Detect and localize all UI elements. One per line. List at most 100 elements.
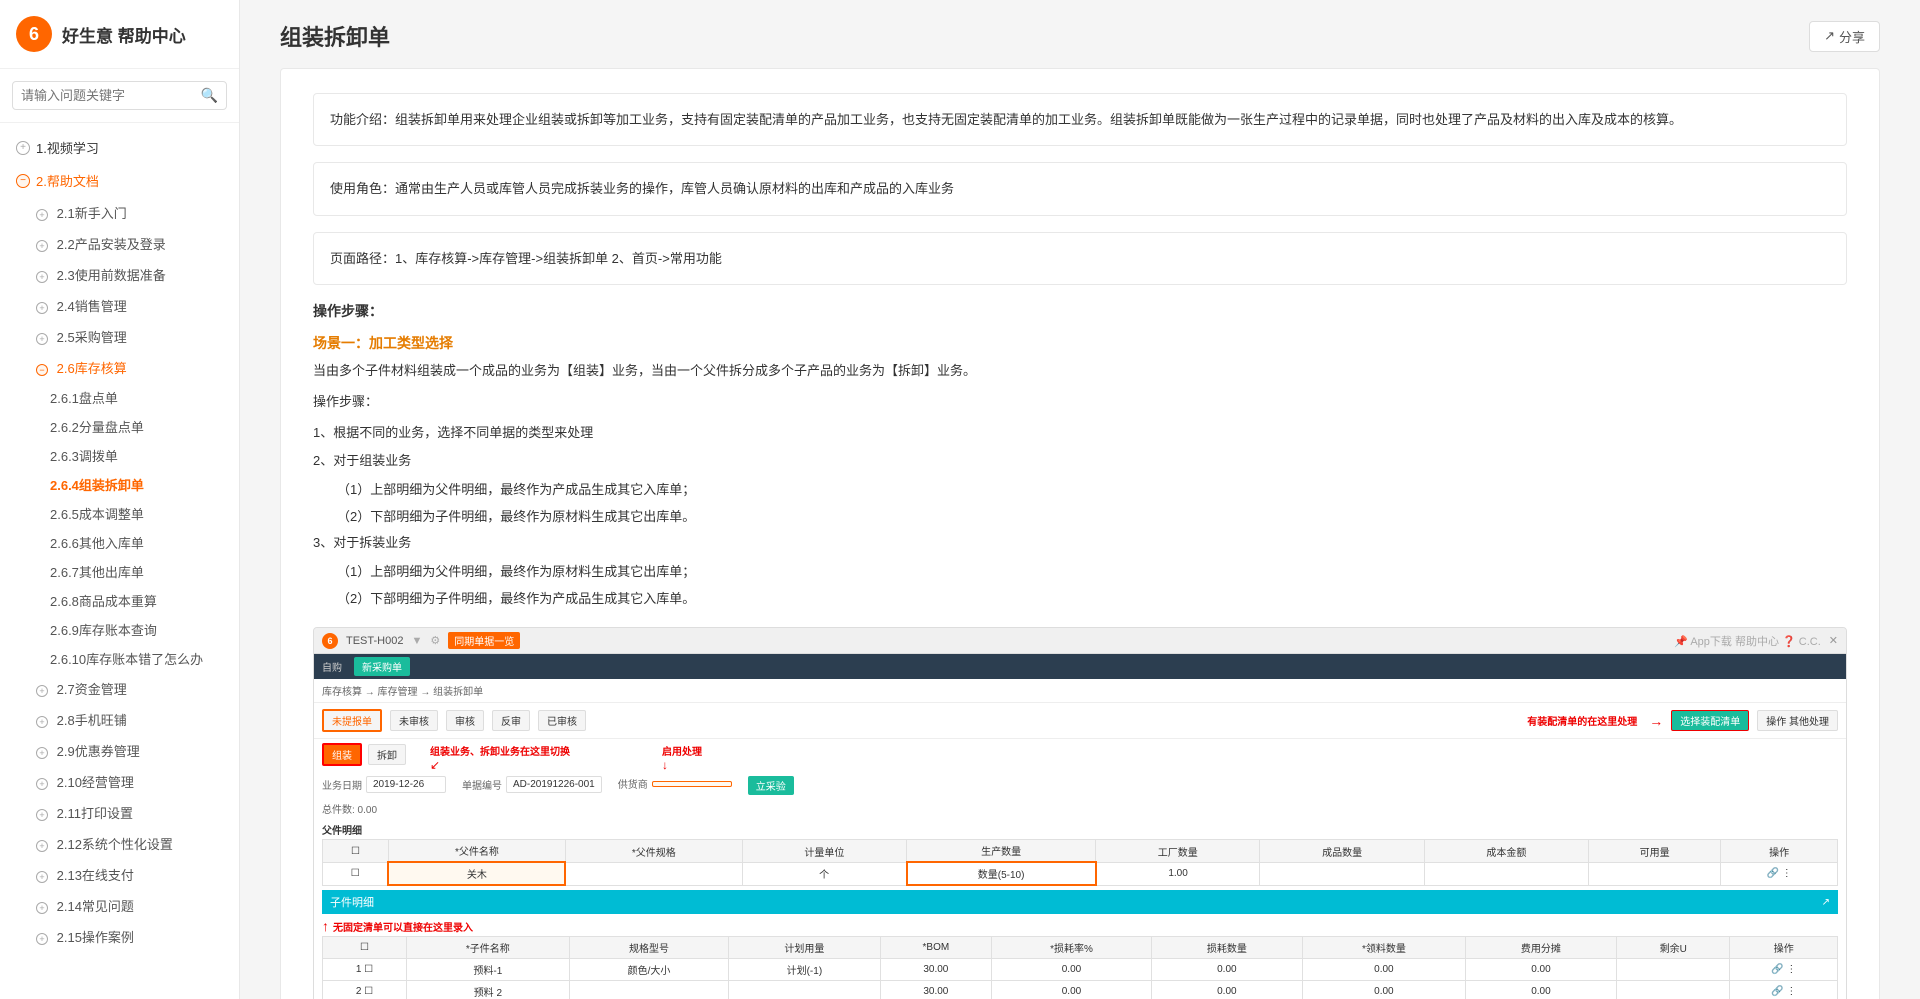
sidebar-item-dataprep[interactable]: + 2.3使用前数据准备 — [0, 259, 239, 290]
ss-th-unit: 计量单位 — [742, 840, 906, 863]
ss-th-check: ☐ — [323, 840, 389, 863]
sidebar-item-sales[interactable]: + 2.4销售管理 — [0, 290, 239, 321]
main-header: 组装拆卸单 ↗ 分享 — [240, 0, 1920, 68]
sidebar-item-cost-recalc[interactable]: 2.6.8商品成本重算 — [0, 586, 239, 615]
path-block: 页面路径：1、库存核算->库存管理->组装拆卸单 2、首页->常用功能 — [313, 232, 1847, 285]
annotation-direct-input: 无固定清单可以直接在这里录入 — [333, 919, 473, 934]
nav-tree: + 1.视频学习 − 2.帮助文档 + 2.1新手入门 + 2.2产品安装及登录 — [0, 123, 239, 999]
sidebar-item-cost-adj[interactable]: 2.6.5成本调整单 — [0, 499, 239, 528]
ss-th-parent-spec: *父件规格 — [565, 840, 742, 863]
ss-upper-label: 父件明细 — [314, 818, 1846, 839]
ss-confirm-btn[interactable]: 立采验 — [748, 776, 794, 795]
table-row: 2 ☐ 预料 2 30.00 0.00 0.00 0.00 0.00 🔗 — [323, 981, 1838, 999]
ss-nav: 自购 新采购单 — [314, 654, 1846, 679]
content-area: 功能介绍：组装拆卸单用来处理企业组装或拆卸等加工业务，支持有固定装配清单的产品加… — [280, 68, 1880, 999]
scene1-desc: 当由多个子件材料组装成一个成品的业务为【组装】业务，当由一个父件拆分成多个子产品… — [313, 359, 1847, 384]
ss-btn-draft[interactable]: 未提报单 — [322, 709, 382, 732]
ss-breadcrumb: 库存核算 → 库存管理 → 组装拆卸单 — [314, 679, 1846, 703]
screenshot: 6 TEST-H002 ▼ ⚙ 同期单据一览 📌 App下载 帮助中心 ❓ C.… — [313, 627, 1847, 999]
ss-type-disassembly[interactable]: 拆卸 — [368, 744, 406, 765]
ss-th-factory-qty: 工厂数量 — [1096, 840, 1260, 863]
ss-breadcrumb-text: 库存核算 → 库存管理 → 组装拆卸单 — [322, 683, 483, 698]
ss-type-assembly[interactable]: 组装 — [322, 743, 362, 766]
search-input[interactable] — [21, 88, 201, 103]
sidebar-item-install[interactable]: + 2.2产品安装及登录 — [0, 228, 239, 259]
search-box[interactable]: 🔍 — [12, 81, 227, 110]
step3: 3、对于拆装业务 — [313, 531, 1847, 556]
logo-area: 6 好生意 帮助中心 — [0, 0, 239, 69]
table-row: 1 ☐ 预料-1 颜色/大小 计划(-1) 30.00 0.00 0.00 0.… — [323, 959, 1838, 981]
ss-order-value[interactable]: AD-20191226-001 — [506, 776, 602, 793]
ss-btn-select-bom[interactable]: 选择装配清单 — [1671, 710, 1749, 731]
main-content: 组装拆卸单 ↗ 分享 功能介绍：组装拆卸单用来处理企业组装或拆卸等加工业务，支持… — [240, 0, 1920, 999]
sidebar-item-inventory[interactable]: − 2.6库存核算 — [0, 352, 239, 383]
expand-icon: + — [36, 933, 48, 945]
share-button[interactable]: ↗ 分享 — [1809, 21, 1880, 52]
ss-upper-table: ☐ *父件名称 *父件规格 计量单位 生产数量 工厂数量 成品数量 成本金额 可… — [322, 839, 1838, 886]
annotation-bom: 有装配清单的在这里处理 — [1527, 713, 1637, 728]
ss-lower-annotation: ↑ 无固定清单可以直接在这里录入 — [314, 918, 1846, 936]
step2: 2、对于组装业务 — [313, 449, 1847, 474]
sidebar-item-inv-ledger[interactable]: 2.6.9库存账本查询 — [0, 615, 239, 644]
nav-section-2: − 2.帮助文档 + 2.1新手入门 + 2.2产品安装及登录 + 2.3使用前… — [0, 164, 239, 952]
sidebar-item-assembly[interactable]: 2.6.4组装拆卸单 — [0, 470, 239, 499]
ss-order-field: 单据编号 AD-20191226-001 — [462, 776, 602, 793]
ss-toolbar: 未提报单 未审核 审核 反审 已审核 有装配清单的在这里处理 → 选择装配清单 … — [314, 703, 1846, 739]
sidebar-item-videos[interactable]: + 1.视频学习 — [0, 131, 239, 164]
share-icon: ↗ — [1824, 28, 1835, 44]
expand-icon: + — [36, 871, 48, 883]
ss-btn-reviewed[interactable]: 已审核 — [538, 710, 586, 731]
ss-date-value[interactable]: 2019-12-26 — [366, 776, 446, 793]
sidebar-item-other-out[interactable]: 2.6.7其他出库单 — [0, 557, 239, 586]
ss-upper-table-wrap: ☐ *父件名称 *父件规格 计量单位 生产数量 工厂数量 成品数量 成本金额 可… — [314, 839, 1846, 886]
sidebar-item-mobile[interactable]: + 2.8手机旺铺 — [0, 704, 239, 735]
scene1-title: 场景一：加工类型选择 — [313, 333, 1847, 353]
ss-btn-other[interactable]: 操作 其他处理 — [1757, 710, 1838, 731]
sidebar-item-partial-stocktake[interactable]: 2.6.2分量盘点单 — [0, 412, 239, 441]
step1: 1、根据不同的业务，选择不同单据的类型来处理 — [313, 421, 1847, 446]
sidebar-item-other-in[interactable]: 2.6.6其他入库单 — [0, 528, 239, 557]
search-area: 🔍 — [0, 69, 239, 123]
page-title: 组装拆卸单 — [280, 20, 390, 52]
ss-close-btn[interactable]: ✕ — [1829, 634, 1838, 647]
search-icon[interactable]: 🔍 — [201, 87, 218, 104]
ss-th-finished-qty: 成品数量 — [1260, 840, 1424, 863]
sidebar-item-docs[interactable]: − 2.帮助文档 — [0, 164, 239, 197]
expand-icon: + — [36, 271, 48, 283]
sidebar-item-cases[interactable]: + 2.15操作案例 — [0, 921, 239, 952]
ss-th-prod-qty: 生产数量 — [907, 840, 1096, 863]
sidebar-item-online-pay[interactable]: + 2.13在线支付 — [0, 859, 239, 890]
sidebar-item-stocktake[interactable]: 2.6.1盘点单 — [0, 383, 239, 412]
ss-btn-unreview[interactable]: 反审 — [492, 710, 530, 731]
ss-batch-btn[interactable]: 同期单据一览 — [448, 632, 520, 649]
expand-icon: + — [36, 809, 48, 821]
logo-icon: 6 — [16, 16, 52, 52]
sidebar-item-custom[interactable]: + 2.12系统个性化设置 — [0, 828, 239, 859]
ss-th-cost: 成本金额 — [1424, 840, 1588, 863]
ss-btn-review[interactable]: 审核 — [446, 710, 484, 731]
sidebar: 6 好生意 帮助中心 🔍 + 1.视频学习 − 2.帮助文档 + 2.1新手入 — [0, 0, 240, 999]
ss-supplier-value[interactable] — [652, 781, 732, 787]
sidebar-item-newbie[interactable]: + 2.1新手入门 — [0, 197, 239, 228]
step3-sub2: （2）下部明细为子件明细，最终作为产成品生成其它入库单。 — [337, 587, 1847, 612]
ss-nav-purchase[interactable]: 新采购单 — [354, 657, 410, 676]
nav-children-2: + 2.1新手入门 + 2.2产品安装及登录 + 2.3使用前数据准备 + 2.… — [0, 197, 239, 952]
annotation-type-switch: 组装业务、拆卸业务在这里切换 — [430, 743, 570, 758]
sidebar-item-faq[interactable]: + 2.14常见问题 — [0, 890, 239, 921]
ss-inner: 自购 新采购单 库存核算 → 库存管理 → 组装拆卸单 未提报单 未审核 审核 … — [314, 654, 1846, 999]
ss-nav-home[interactable]: 自购 — [322, 659, 342, 674]
sidebar-item-print[interactable]: + 2.11打印设置 — [0, 797, 239, 828]
expand-icon: + — [36, 333, 48, 345]
sidebar-item-ops[interactable]: + 2.10经营管理 — [0, 766, 239, 797]
expand-icon: + — [36, 747, 48, 759]
ss-number-row: 总件数: 0.00 — [314, 799, 1846, 818]
ss-btn-unreviewed[interactable]: 未审核 — [390, 710, 438, 731]
op-steps2-label: 操作步骤： — [313, 390, 1847, 415]
ss-type-row: 组装 拆卸 组装业务、拆卸业务在这里切换 ↙ 启用处理 ↓ — [314, 739, 1846, 772]
sidebar-item-coupon[interactable]: + 2.9优惠券管理 — [0, 735, 239, 766]
expand-icon: + — [36, 716, 48, 728]
sidebar-item-transfer[interactable]: 2.6.3调拨单 — [0, 441, 239, 470]
sidebar-item-purchase[interactable]: + 2.5采购管理 — [0, 321, 239, 352]
sidebar-item-inv-ledger-fix[interactable]: 2.6.10库存账本错了怎么办 — [0, 644, 239, 673]
sidebar-item-capital[interactable]: + 2.7资金管理 — [0, 673, 239, 704]
